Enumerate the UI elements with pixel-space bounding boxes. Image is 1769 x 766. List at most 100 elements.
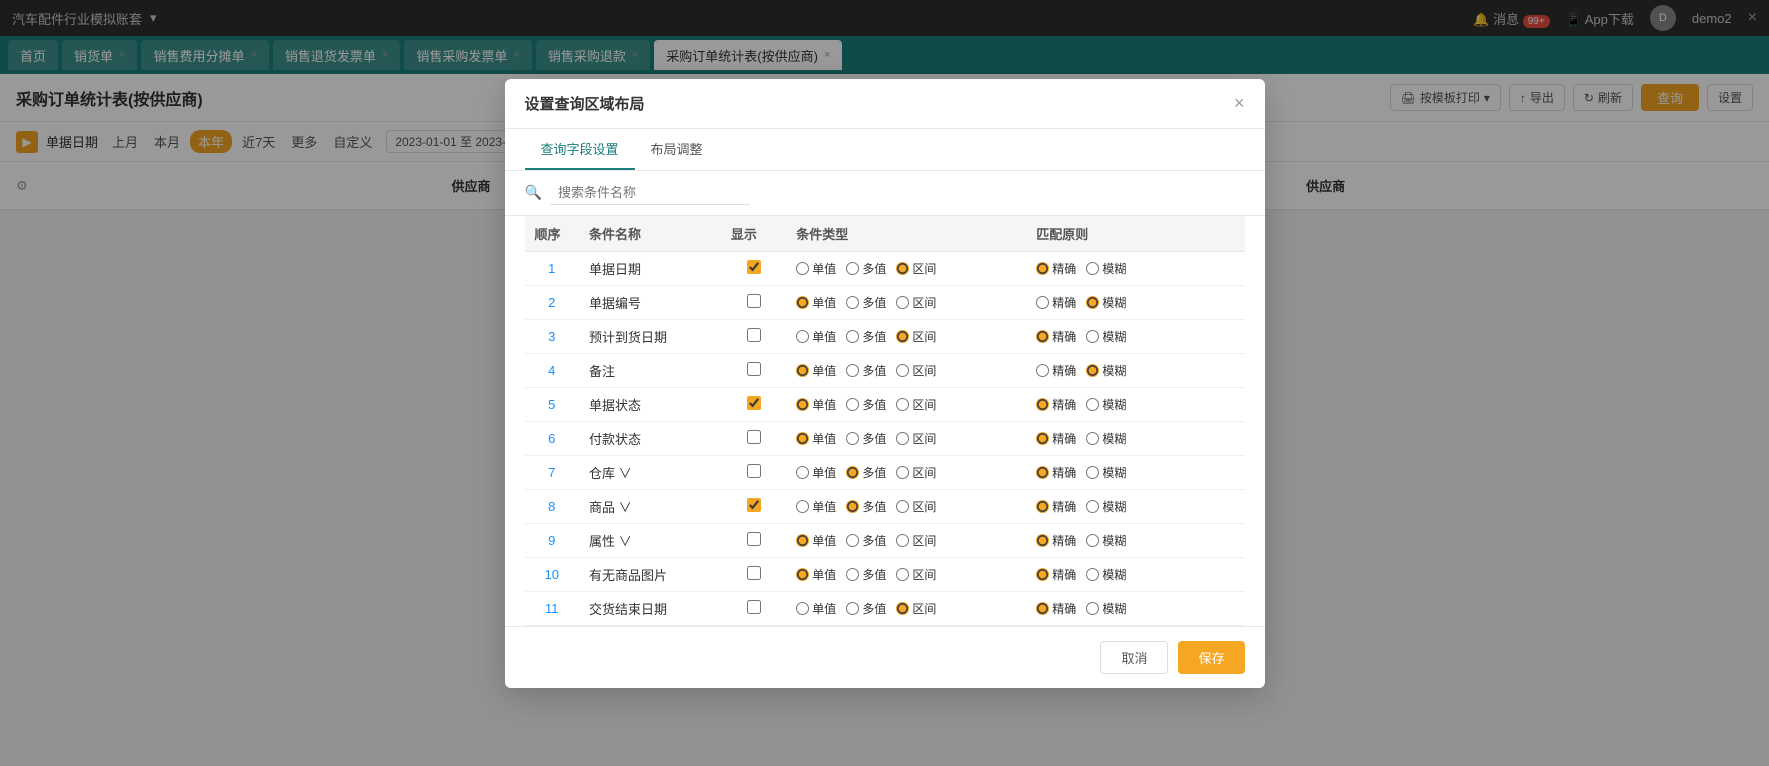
cancel-button[interactable]: 取消	[1100, 641, 1168, 674]
cell-name: 交货结束日期	[579, 591, 721, 625]
type-radio-多值-10[interactable]: 多值	[846, 600, 886, 617]
th-show: 显示	[721, 216, 786, 252]
show-checkbox-7[interactable]	[747, 498, 761, 512]
type-radio-单值-3[interactable]: 单值	[796, 362, 836, 379]
type-radio-区间-5[interactable]: 区间	[896, 430, 936, 447]
show-checkbox-5[interactable]	[747, 430, 761, 444]
match-radio-模糊-1[interactable]: 模糊	[1086, 294, 1126, 311]
type-radio-单值-7[interactable]: 单值	[796, 498, 836, 515]
cell-order: 8	[525, 489, 580, 523]
type-radio-单值-6[interactable]: 单值	[796, 464, 836, 481]
type-radio-多值-0[interactable]: 多值	[846, 260, 886, 277]
type-radio-单值-5[interactable]: 单值	[796, 430, 836, 447]
match-radio-精确-3[interactable]: 精确	[1036, 362, 1076, 379]
show-checkbox-3[interactable]	[747, 362, 761, 376]
type-radio-区间-2[interactable]: 区间	[896, 328, 936, 345]
show-checkbox-8[interactable]	[747, 532, 761, 546]
dialog-close-button[interactable]: ×	[1234, 93, 1245, 114]
type-radio-多值-5[interactable]: 多值	[846, 430, 886, 447]
type-radio-多值-1[interactable]: 多值	[846, 294, 886, 311]
match-radio-精确-9[interactable]: 精确	[1036, 566, 1076, 583]
match-radio-精确-5[interactable]: 精确	[1036, 430, 1076, 447]
match-radio-group-8: 精确模糊	[1036, 532, 1234, 549]
type-radio-group-4: 单值多值区间	[796, 396, 1016, 413]
match-radio-模糊-10[interactable]: 模糊	[1086, 600, 1126, 617]
cell-name: 商品 ∨	[579, 489, 721, 523]
cell-show	[721, 319, 786, 353]
type-radio-区间-0[interactable]: 区间	[896, 260, 936, 277]
type-radio-区间-8[interactable]: 区间	[896, 532, 936, 549]
type-radio-区间-9[interactable]: 区间	[896, 566, 936, 583]
cell-match: 精确模糊	[1026, 557, 1244, 591]
show-checkbox-9[interactable]	[747, 566, 761, 580]
type-radio-区间-10[interactable]: 区间	[896, 600, 936, 617]
type-radio-单值-9[interactable]: 单值	[796, 566, 836, 583]
cell-type: 单值多值区间	[786, 591, 1026, 625]
show-checkbox-4[interactable]	[747, 396, 761, 410]
type-radio-多值-3[interactable]: 多值	[846, 362, 886, 379]
show-checkbox-6[interactable]	[747, 464, 761, 478]
type-radio-多值-2[interactable]: 多值	[846, 328, 886, 345]
type-radio-单值-0[interactable]: 单值	[796, 260, 836, 277]
cell-show	[721, 285, 786, 319]
show-checkbox-2[interactable]	[747, 328, 761, 342]
match-radio-模糊-5[interactable]: 模糊	[1086, 430, 1126, 447]
show-checkbox-10[interactable]	[747, 600, 761, 614]
type-radio-group-7: 单值多值区间	[796, 498, 1016, 515]
match-radio-模糊-8[interactable]: 模糊	[1086, 532, 1126, 549]
type-radio-区间-3[interactable]: 区间	[896, 362, 936, 379]
match-radio-模糊-7[interactable]: 模糊	[1086, 498, 1126, 515]
type-radio-单值-10[interactable]: 单值	[796, 600, 836, 617]
cell-show	[721, 353, 786, 387]
cell-order: 5	[525, 387, 580, 421]
type-radio-单值-8[interactable]: 单值	[796, 532, 836, 549]
type-radio-多值-4[interactable]: 多值	[846, 396, 886, 413]
match-radio-精确-7[interactable]: 精确	[1036, 498, 1076, 515]
type-radio-区间-7[interactable]: 区间	[896, 498, 936, 515]
cell-match: 精确模糊	[1026, 251, 1244, 285]
type-radio-多值-6[interactable]: 多值	[846, 464, 886, 481]
table-row: 5单据状态单值多值区间精确模糊	[525, 387, 1245, 421]
cell-show	[721, 557, 786, 591]
match-radio-模糊-2[interactable]: 模糊	[1086, 328, 1126, 345]
dialog-header: 设置查询区域布局 ×	[505, 79, 1265, 129]
type-radio-group-6: 单值多值区间	[796, 464, 1016, 481]
match-radio-精确-8[interactable]: 精确	[1036, 532, 1076, 549]
type-radio-多值-9[interactable]: 多值	[846, 566, 886, 583]
cell-show	[721, 591, 786, 625]
cell-type: 单值多值区间	[786, 353, 1026, 387]
type-radio-多值-7[interactable]: 多值	[846, 498, 886, 515]
match-radio-模糊-3[interactable]: 模糊	[1086, 362, 1126, 379]
match-radio-精确-6[interactable]: 精确	[1036, 464, 1076, 481]
cell-order: 1	[525, 251, 580, 285]
dialog-tab-layout[interactable]: 布局调整	[635, 129, 719, 170]
cell-match: 精确模糊	[1026, 285, 1244, 319]
show-checkbox-0[interactable]	[747, 260, 761, 274]
type-radio-多值-8[interactable]: 多值	[846, 532, 886, 549]
dialog-tab-query-fields[interactable]: 查询字段设置	[525, 129, 635, 170]
type-radio-区间-4[interactable]: 区间	[896, 396, 936, 413]
cell-order: 2	[525, 285, 580, 319]
type-radio-单值-4[interactable]: 单值	[796, 396, 836, 413]
match-radio-模糊-0[interactable]: 模糊	[1086, 260, 1126, 277]
show-checkbox-1[interactable]	[747, 294, 761, 308]
match-radio-模糊-9[interactable]: 模糊	[1086, 566, 1126, 583]
match-radio-精确-2[interactable]: 精确	[1036, 328, 1076, 345]
type-radio-区间-6[interactable]: 区间	[896, 464, 936, 481]
match-radio-模糊-4[interactable]: 模糊	[1086, 396, 1126, 413]
type-radio-单值-2[interactable]: 单值	[796, 328, 836, 345]
match-radio-模糊-6[interactable]: 模糊	[1086, 464, 1126, 481]
dialog-search-input[interactable]	[550, 181, 750, 205]
match-radio-精确-10[interactable]: 精确	[1036, 600, 1076, 617]
type-radio-单值-1[interactable]: 单值	[796, 294, 836, 311]
match-radio-精确-0[interactable]: 精确	[1036, 260, 1076, 277]
cell-match: 精确模糊	[1026, 455, 1244, 489]
cell-name: 属性 ∨	[579, 523, 721, 557]
save-button[interactable]: 保存	[1178, 641, 1244, 674]
type-radio-区间-1[interactable]: 区间	[896, 294, 936, 311]
match-radio-精确-1[interactable]: 精确	[1036, 294, 1076, 311]
cell-match: 精确模糊	[1026, 387, 1244, 421]
match-radio-精确-4[interactable]: 精确	[1036, 396, 1076, 413]
cell-match: 精确模糊	[1026, 591, 1244, 625]
cell-type: 单值多值区间	[786, 523, 1026, 557]
